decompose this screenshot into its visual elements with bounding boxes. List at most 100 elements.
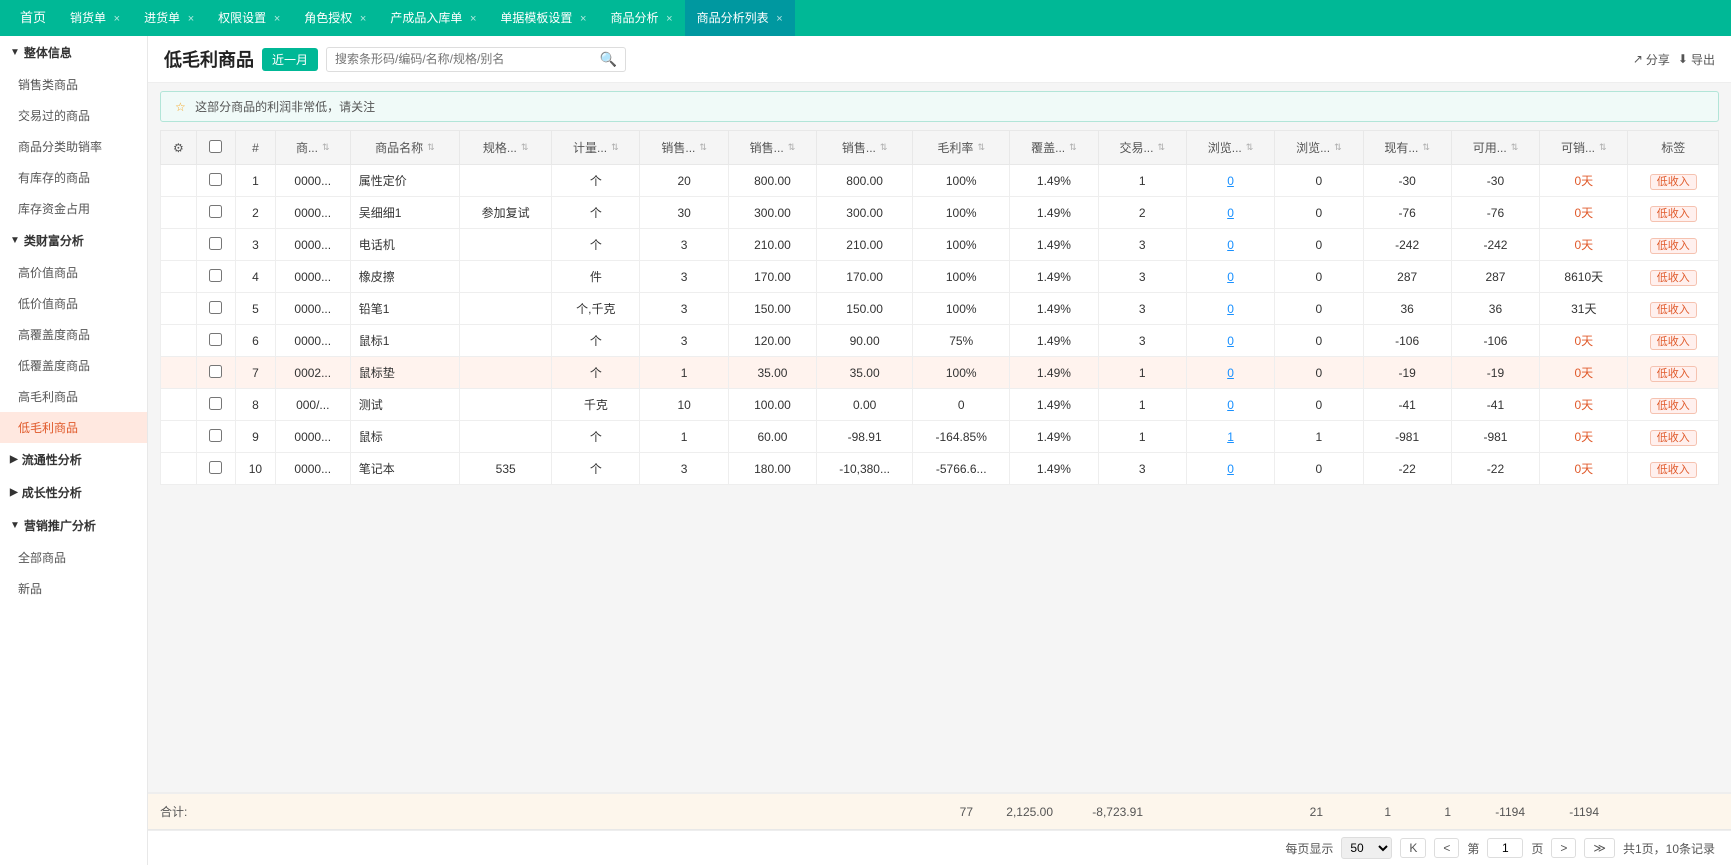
- row-checkbox[interactable]: [209, 333, 222, 346]
- search-icon[interactable]: 🔍: [600, 51, 617, 68]
- close-icon[interactable]: ×: [776, 13, 782, 25]
- share-button[interactable]: ↗ 分享: [1633, 51, 1670, 68]
- sidebar-item-category-sales-rate[interactable]: 商品分类助销率: [0, 131, 147, 162]
- settings-cell[interactable]: [161, 197, 197, 229]
- first-page-button[interactable]: K: [1400, 838, 1426, 858]
- nav-home[interactable]: 首页: [8, 0, 58, 36]
- view1-cell[interactable]: 0: [1186, 453, 1274, 485]
- view2-column-header[interactable]: 浏览...⇅: [1275, 131, 1363, 165]
- export-button[interactable]: ⬇ 导出: [1678, 51, 1715, 68]
- sidebar-item-low-coverage[interactable]: 低覆盖度商品: [0, 350, 147, 381]
- close-icon[interactable]: ×: [114, 13, 120, 25]
- sales-price-column-header[interactable]: 销售...⇅: [728, 131, 816, 165]
- settings-cell[interactable]: [161, 293, 197, 325]
- last-page-button[interactable]: ≫: [1584, 838, 1615, 858]
- row-checkbox[interactable]: [209, 237, 222, 250]
- sidebar-item-stock-capital[interactable]: 库存资金占用: [0, 193, 147, 224]
- filter-period-button[interactable]: 近一月: [262, 48, 318, 71]
- close-icon[interactable]: ×: [580, 13, 586, 25]
- sidebar-item-low-value[interactable]: 低价值商品: [0, 288, 147, 319]
- checkbox-cell[interactable]: [196, 293, 235, 325]
- settings-cell[interactable]: [161, 229, 197, 261]
- checkbox-cell[interactable]: [196, 165, 235, 197]
- prev-page-button[interactable]: <: [1434, 838, 1459, 858]
- cover-rate-column-header[interactable]: 覆盖...⇅: [1010, 131, 1098, 165]
- view1-cell[interactable]: 0: [1186, 229, 1274, 261]
- page-size-select[interactable]: 50 100 200: [1341, 837, 1392, 859]
- close-icon[interactable]: ×: [360, 13, 366, 25]
- select-all-checkbox[interactable]: [209, 140, 222, 153]
- checkbox-cell[interactable]: [196, 229, 235, 261]
- sidebar-item-all-products[interactable]: 全部商品: [0, 542, 147, 573]
- sidebar-item-high-value[interactable]: 高价值商品: [0, 257, 147, 288]
- checkbox-cell[interactable]: [196, 357, 235, 389]
- sidebar-item-high-coverage[interactable]: 高覆盖度商品: [0, 319, 147, 350]
- view1-cell[interactable]: 0: [1186, 165, 1274, 197]
- nav-template-settings[interactable]: 单据模板设置 ×: [488, 0, 598, 36]
- page-number-input[interactable]: [1487, 838, 1523, 858]
- trade-count-column-header[interactable]: 交易...⇅: [1098, 131, 1186, 165]
- checkbox-column-header[interactable]: [196, 131, 235, 165]
- sidebar-item-sales-products[interactable]: 销售类商品: [0, 69, 147, 100]
- settings-cell[interactable]: [161, 453, 197, 485]
- checkbox-cell[interactable]: [196, 389, 235, 421]
- row-checkbox[interactable]: [209, 269, 222, 282]
- row-checkbox[interactable]: [209, 205, 222, 218]
- sidebar-item-traded-products[interactable]: 交易过的商品: [0, 100, 147, 131]
- nav-purchase-order[interactable]: 进货单 ×: [132, 0, 206, 36]
- view1-column-header[interactable]: 浏览...⇅: [1186, 131, 1274, 165]
- close-icon[interactable]: ×: [274, 13, 280, 25]
- settings-cell[interactable]: [161, 357, 197, 389]
- search-input[interactable]: [335, 52, 600, 66]
- view1-cell[interactable]: 0: [1186, 293, 1274, 325]
- view1-cell[interactable]: 0: [1186, 325, 1274, 357]
- row-checkbox[interactable]: [209, 365, 222, 378]
- checkbox-cell[interactable]: [196, 421, 235, 453]
- sidebar-group-wealth-analysis[interactable]: ▼ 类财富分析: [0, 224, 147, 257]
- view1-cell[interactable]: 0: [1186, 261, 1274, 293]
- nav-product-warehousing[interactable]: 产成品入库单 ×: [378, 0, 488, 36]
- sidebar-group-overall[interactable]: ▼ 整体信息: [0, 36, 147, 69]
- view1-cell[interactable]: 0: [1186, 389, 1274, 421]
- nav-product-analysis[interactable]: 商品分析 ×: [598, 0, 684, 36]
- settings-cell[interactable]: [161, 389, 197, 421]
- unit-column-header[interactable]: 计量...⇅: [552, 131, 640, 165]
- nav-sales-order[interactable]: 销货单 ×: [58, 0, 132, 36]
- sidebar-group-liquidity[interactable]: ▶ 流通性分析: [0, 443, 147, 476]
- settings-cell[interactable]: [161, 421, 197, 453]
- nav-product-analysis-list[interactable]: 商品分析列表 ×: [685, 0, 795, 36]
- row-checkbox[interactable]: [209, 397, 222, 410]
- spec-column-header[interactable]: 规格...⇅: [460, 131, 552, 165]
- sidebar-group-growth[interactable]: ▶ 成长性分析: [0, 476, 147, 509]
- name-column-header[interactable]: 商品名称⇅: [350, 131, 459, 165]
- close-icon[interactable]: ×: [666, 13, 672, 25]
- sidebar-item-low-profit[interactable]: 低毛利商品: [0, 412, 147, 443]
- row-checkbox[interactable]: [209, 173, 222, 186]
- view1-cell[interactable]: 0: [1186, 357, 1274, 389]
- checkbox-cell[interactable]: [196, 261, 235, 293]
- next-page-button[interactable]: >: [1551, 838, 1576, 858]
- sidebar-group-marketing[interactable]: ▼ 营销推广分析: [0, 509, 147, 542]
- sidebar-item-high-profit[interactable]: 高毛利商品: [0, 381, 147, 412]
- view1-cell[interactable]: 1: [1186, 421, 1274, 453]
- row-checkbox[interactable]: [209, 301, 222, 314]
- view1-cell[interactable]: 0: [1186, 197, 1274, 229]
- checkbox-cell[interactable]: [196, 453, 235, 485]
- sidebar-item-in-stock-products[interactable]: 有库存的商品: [0, 162, 147, 193]
- checkbox-cell[interactable]: [196, 325, 235, 357]
- settings-cell[interactable]: [161, 165, 197, 197]
- settings-cell[interactable]: [161, 261, 197, 293]
- row-checkbox[interactable]: [209, 429, 222, 442]
- settings-column-header[interactable]: ⚙: [161, 131, 197, 165]
- stock-avail-column-header[interactable]: 可用...⇅: [1451, 131, 1539, 165]
- close-icon[interactable]: ×: [188, 13, 194, 25]
- table-container[interactable]: ⚙ # 商...⇅ 商品名称⇅ 规格...⇅ 计量...⇅ 销售...⇅ 销售.…: [148, 130, 1731, 792]
- row-checkbox[interactable]: [209, 461, 222, 474]
- sidebar-item-new-products[interactable]: 新品: [0, 573, 147, 604]
- nav-role-auth[interactable]: 角色授权 ×: [292, 0, 378, 36]
- nav-permissions[interactable]: 权限设置 ×: [206, 0, 292, 36]
- code-column-header[interactable]: 商...⇅: [275, 131, 350, 165]
- checkbox-cell[interactable]: [196, 197, 235, 229]
- close-icon[interactable]: ×: [470, 13, 476, 25]
- sales-qty-column-header[interactable]: 销售...⇅: [640, 131, 728, 165]
